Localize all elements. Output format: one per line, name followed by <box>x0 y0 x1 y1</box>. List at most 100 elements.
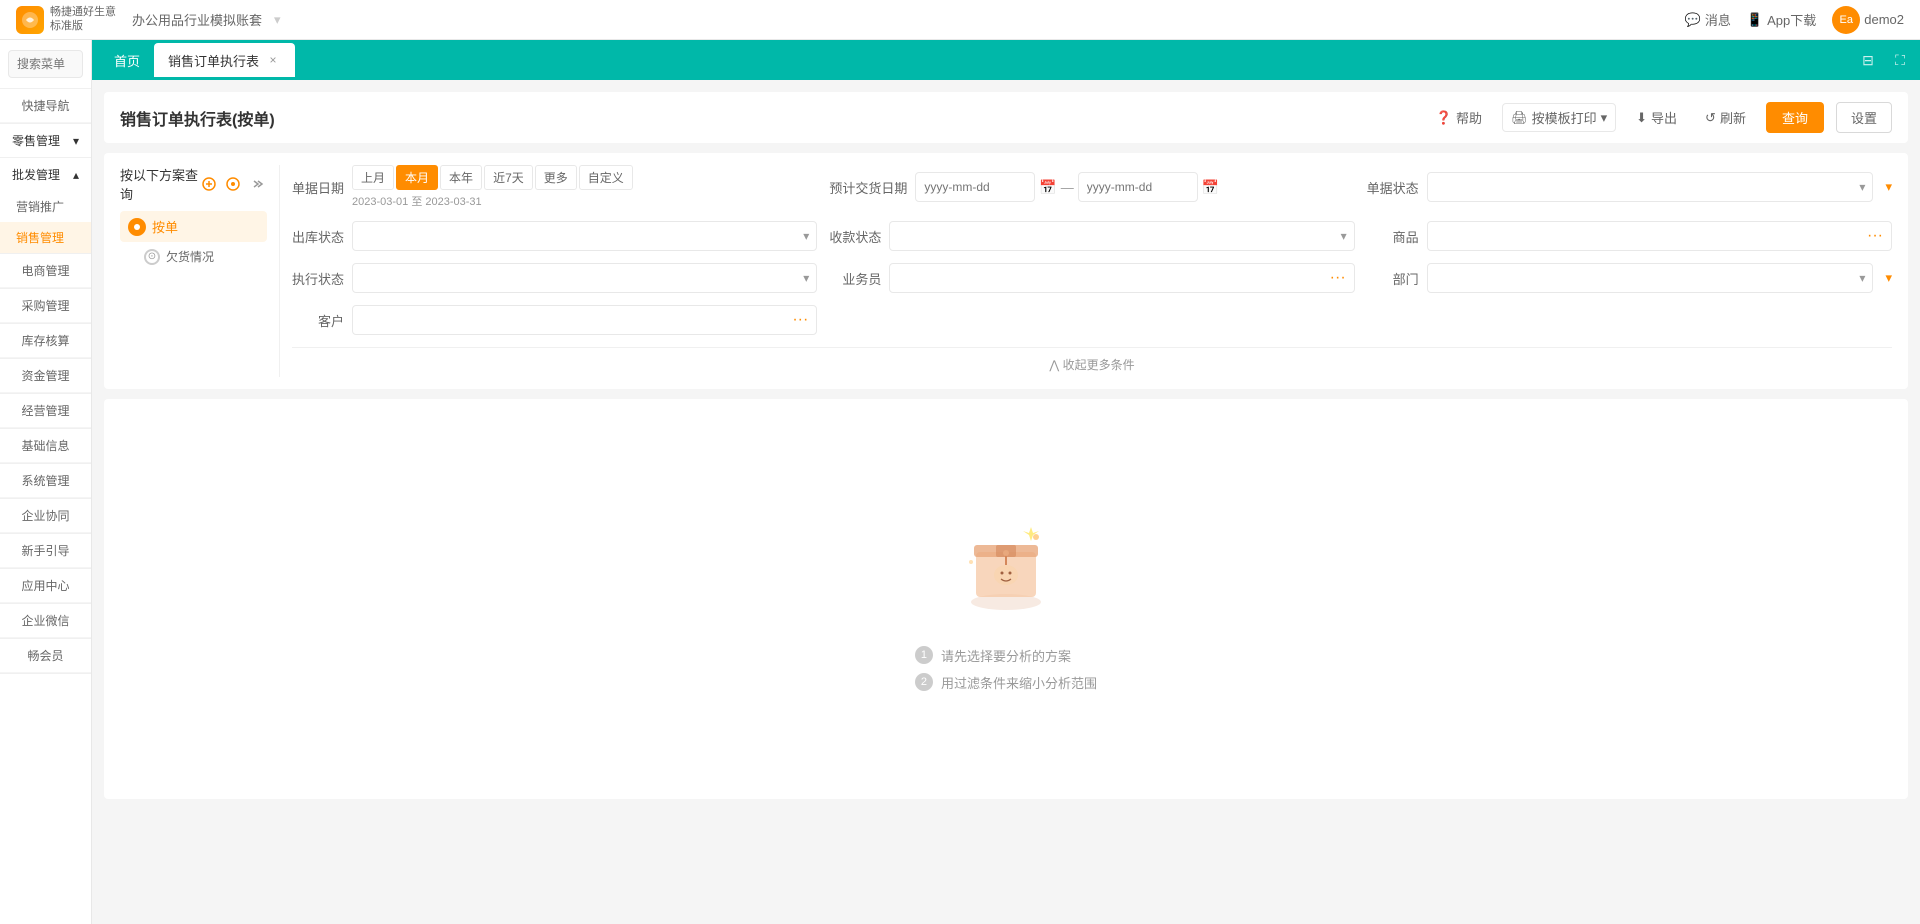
export-btn[interactable]: ⬇ 导出 <box>1628 104 1685 131</box>
sidebar-section-system: 系统管理 <box>0 464 91 499</box>
sidebar-sub-marketing[interactable]: 营销推广 <box>0 191 91 222</box>
date-btn-this-year[interactable]: 本年 <box>440 165 482 190</box>
exec-select[interactable]: 全部 执行中 已完成 <box>352 263 817 293</box>
goods-input[interactable]: ··· <box>1427 221 1892 251</box>
dept-label: 部门 <box>1367 269 1419 288</box>
tab-expand-btn[interactable]: ⛶ <box>1888 48 1912 72</box>
app-icon: 📱 <box>1747 12 1763 28</box>
settings-btn[interactable]: 设置 <box>1836 102 1892 133</box>
sidebar-item-operation[interactable]: 经营管理 <box>0 394 91 428</box>
sidebar-item-basic[interactable]: 基础信息 <box>0 429 91 463</box>
empty-tips: 1 请先选择要分析的方案 2 用过滤条件来缩小分析范围 <box>915 646 1097 692</box>
tab-pin-btn[interactable]: ⊟ <box>1856 48 1880 72</box>
receipt-select[interactable]: 全部 未收款 部分收款 已收款 <box>889 221 1354 251</box>
shipment-select-wrapper: 全部 未出库 部分出库 已出库 <box>352 221 817 251</box>
filter-row-3: 执行状态 全部 执行中 已完成 <box>292 263 1892 293</box>
sidebar-section-ecommerce: 电商管理 <box>0 254 91 289</box>
scheme-edit-btn[interactable] <box>223 174 243 194</box>
date-btn-more[interactable]: 更多 <box>535 165 577 190</box>
top-bar-subtitle: 办公用品行业模拟账套 <box>132 10 262 29</box>
filter-layout: 按以下方案查询 <box>120 165 1892 377</box>
subtitle-dropdown-icon[interactable]: ▾ <box>274 12 281 28</box>
sidebar-item-appcenter[interactable]: 应用中心 <box>0 569 91 603</box>
date-label: 单据日期 <box>292 178 344 197</box>
tab-sales-exec[interactable]: 销售订单执行表 × <box>154 43 295 77</box>
query-btn[interactable]: 查询 <box>1766 102 1824 133</box>
expected-date-start[interactable] <box>915 172 1035 202</box>
filter-scheme-title: 按以下方案查询 <box>120 165 199 203</box>
sidebar-item-ecommerce[interactable]: 电商管理 <box>0 254 91 288</box>
filter-field-date: 单据日期 上月 本月 本年 近7天 更多 自定义 <box>292 165 817 209</box>
page-header-actions: ❓ 帮助 🖨 按模板打印 ▾ ⬇ 导出 ↺ 刷新 <box>1428 102 1892 133</box>
sidebar-section-appcenter: 应用中心 <box>0 569 91 604</box>
exec-select-wrapper: 全部 执行中 已完成 <box>352 263 817 293</box>
filter-row-1: 单据日期 上月 本月 本年 近7天 更多 自定义 <box>292 165 1892 209</box>
sidebar-section-purchase: 采购管理 <box>0 289 91 324</box>
date-btn-custom[interactable]: 自定义 <box>579 165 633 190</box>
user-menu[interactable]: Ea demo2 <box>1832 6 1904 34</box>
sidebar-item-corpwechat[interactable]: 企业微信 <box>0 604 91 638</box>
filter-scheme-actions <box>199 174 267 194</box>
sidebar-item-quicknav[interactable]: 快捷导航 <box>0 89 91 123</box>
sub-circle-icon: ⊙ <box>144 249 160 265</box>
sidebar-section-operation: 经营管理 <box>0 394 91 429</box>
sidebar-item-purchase[interactable]: 采购管理 <box>0 289 91 323</box>
goods-label: 商品 <box>1367 227 1419 246</box>
sidebar-sub-sales[interactable]: 销售管理 <box>0 222 91 253</box>
empty-state: 1 请先选择要分析的方案 2 用过滤条件来缩小分析范围 <box>104 399 1908 799</box>
app-download-btn[interactable]: 📱 App下载 <box>1747 10 1816 29</box>
customer-dots-icon[interactable]: ··· <box>792 311 808 329</box>
collapse-more-btn[interactable]: ⋀ 收起更多条件 <box>292 347 1892 377</box>
date-btn-this-month[interactable]: 本月 <box>396 165 438 190</box>
receipt-label: 收款状态 <box>829 227 881 246</box>
sidebar-item-inventory[interactable]: 库存核算 <box>0 324 91 358</box>
sidebar-item-system[interactable]: 系统管理 <box>0 464 91 498</box>
sidebar-section-corpwechat: 企业微信 <box>0 604 91 639</box>
sidebar-item-retail[interactable]: 零售管理 ▾ <box>0 124 91 157</box>
tab-home[interactable]: 首页 <box>100 45 154 75</box>
date-btn-7days[interactable]: 近7天 <box>484 165 533 190</box>
scheme-item-0[interactable]: 按单 <box>120 211 267 242</box>
status-expand-icon[interactable]: ▾ <box>1885 179 1892 195</box>
sidebar-section-basic: 基础信息 <box>0 429 91 464</box>
dept-expand-icon[interactable]: ▾ <box>1885 270 1892 286</box>
sidebar-item-finance[interactable]: 资金管理 <box>0 359 91 393</box>
tab-bar-actions: ⊟ ⛶ <box>1856 48 1912 72</box>
sidebar-item-newuser[interactable]: 新手引导 <box>0 534 91 568</box>
logo-area: 畅捷通好生意 标准版 <box>16 6 116 34</box>
scheme-collapse-btn[interactable] <box>247 174 267 194</box>
salesperson-input[interactable]: ··· <box>889 263 1354 293</box>
sidebar-item-wholesale[interactable]: 批发管理 ▴ <box>0 158 91 191</box>
salesperson-label: 业务员 <box>829 269 881 288</box>
help-btn[interactable]: ❓ 帮助 <box>1428 104 1490 131</box>
sidebar-item-cooperation[interactable]: 企业协同 <box>0 499 91 533</box>
scheme-add-btn[interactable] <box>199 174 219 194</box>
goods-dots-icon[interactable]: ··· <box>1867 227 1883 245</box>
calendar-start-icon[interactable]: 📅 <box>1039 179 1056 196</box>
filter-fields: 单据日期 上月 本月 本年 近7天 更多 自定义 <box>292 165 1892 377</box>
top-bar-left: 畅捷通好生意 标准版 办公用品行业模拟账套 ▾ <box>16 6 281 34</box>
date-btn-last-month[interactable]: 上月 <box>352 165 394 190</box>
dept-select[interactable]: 全部 <box>1427 263 1874 293</box>
refresh-btn[interactable]: ↺ 刷新 <box>1697 104 1754 131</box>
message-btn[interactable]: 💬 消息 <box>1685 10 1731 29</box>
sidebar: 快捷导航 零售管理 ▾ 批发管理 ▴ 营销推广 销售管理 电商管理 采购管理 库… <box>0 40 92 924</box>
salesperson-dots-icon[interactable]: ··· <box>1330 269 1346 287</box>
sidebar-search-input[interactable] <box>8 50 83 78</box>
expected-date-end[interactable] <box>1078 172 1198 202</box>
empty-tip-2: 2 用过滤条件来缩小分析范围 <box>915 673 1097 692</box>
shipment-select[interactable]: 全部 未出库 部分出库 已出库 <box>352 221 817 251</box>
print-btn[interactable]: 🖨 按模板打印 ▾ <box>1502 103 1616 132</box>
status-select[interactable]: 全部 待审核 已审核 已完成 <box>1427 172 1874 202</box>
sidebar-search-area <box>0 40 91 89</box>
scheme-item-1[interactable]: ⊙ 欠货情况 <box>120 242 267 271</box>
calendar-end-icon[interactable]: 📅 <box>1202 179 1219 196</box>
tab-bar: 首页 销售订单执行表 × ⊟ ⛶ <box>92 40 1920 80</box>
expected-date-range: 📅 — 📅 <box>915 172 1219 202</box>
customer-input[interactable]: ··· <box>352 305 817 335</box>
sidebar-section-retail: 零售管理 ▾ <box>0 124 91 158</box>
expected-date-label: 预计交货日期 <box>829 178 907 197</box>
customer-label: 客户 <box>292 311 344 330</box>
tab-close-icon[interactable]: × <box>265 52 281 68</box>
sidebar-item-vip[interactable]: 畅会员 <box>0 639 91 673</box>
